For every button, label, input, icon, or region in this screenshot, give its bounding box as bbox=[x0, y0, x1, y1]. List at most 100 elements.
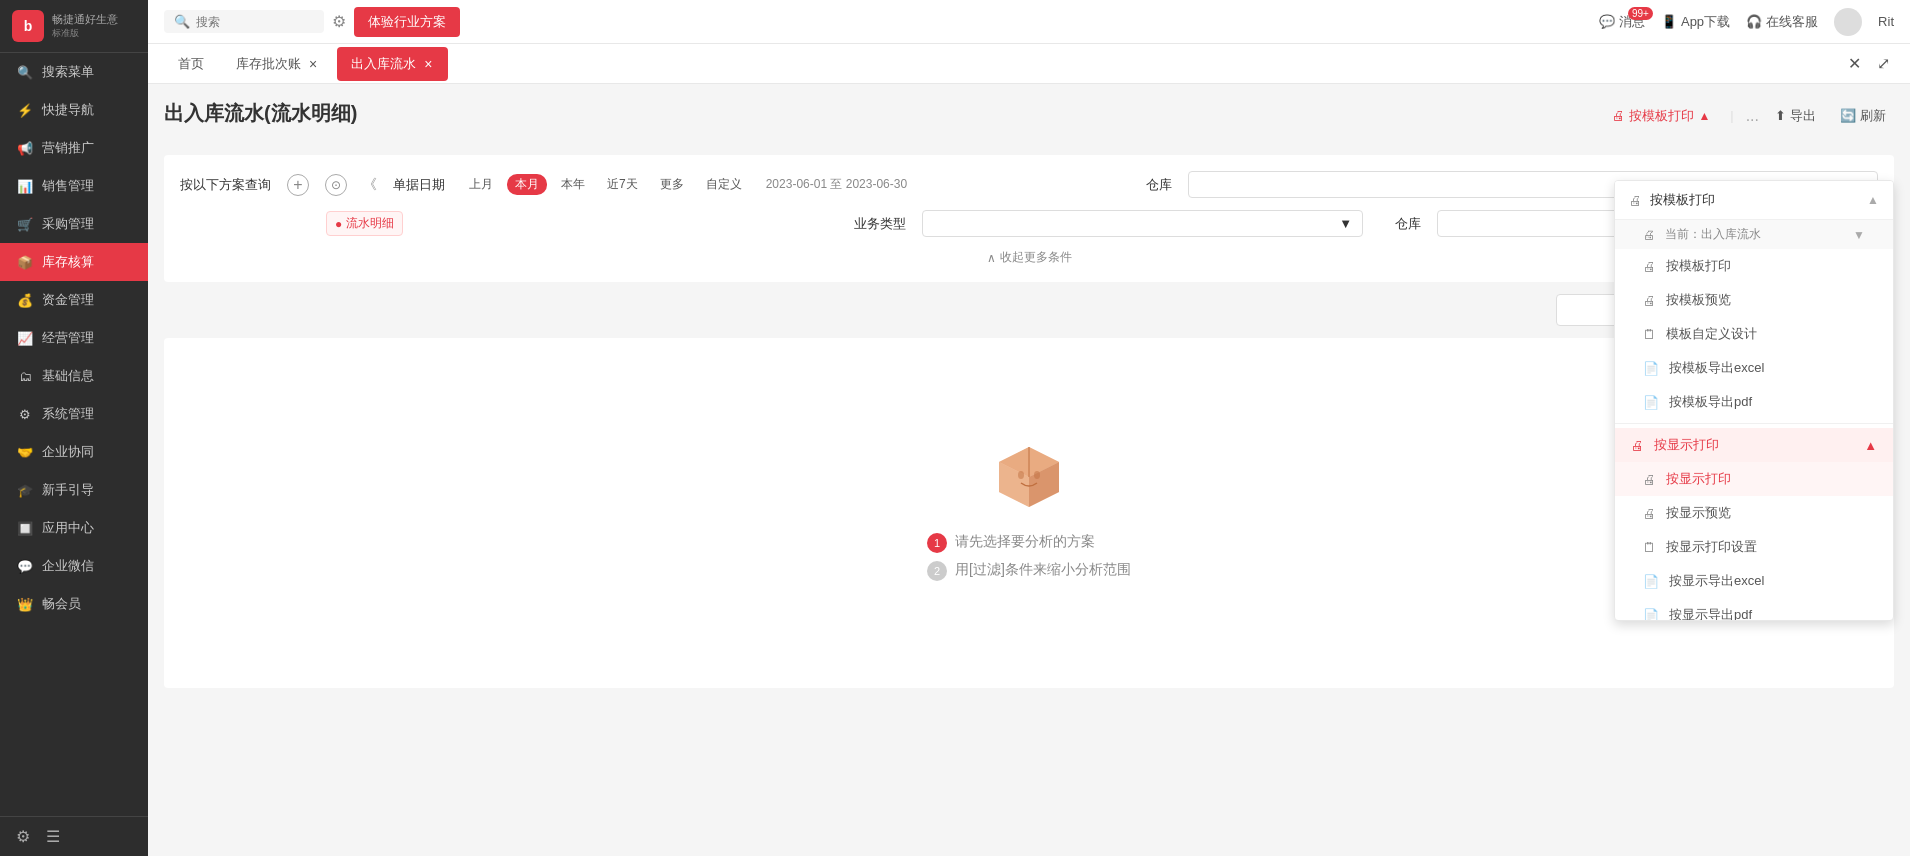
date-filter: 上月 本月 本年 近7天 更多 自定义 2023-06-01 至 2023-06… bbox=[461, 174, 1130, 195]
sidebar-item-finance[interactable]: 💰 资金管理 bbox=[0, 281, 148, 319]
sidebar-item-sales[interactable]: 📊 销售管理 bbox=[0, 167, 148, 205]
purchase-icon: 🛒 bbox=[16, 215, 34, 233]
date-tab-thismonth[interactable]: 本月 bbox=[507, 174, 547, 195]
filter-collapse-left-btn[interactable]: 《 bbox=[363, 176, 377, 194]
tab-batch-close[interactable]: × bbox=[307, 57, 319, 71]
disp-excel-icon: 📄 bbox=[1643, 574, 1659, 589]
date-tab-custom[interactable]: 自定义 bbox=[698, 174, 750, 195]
username[interactable]: Rit bbox=[1878, 14, 1894, 29]
sidebar-nav: 🔍 搜索菜单 ⚡ 快捷导航 📢 营销推广 📊 销售管理 🛒 采购管理 📦 bbox=[0, 53, 148, 816]
dropdown-template-print[interactable]: 🖨 按模板打印 bbox=[1615, 249, 1893, 283]
tab-home[interactable]: 首页 bbox=[164, 47, 218, 81]
sidebar-item-member[interactable]: 👑 畅会员 bbox=[0, 585, 148, 623]
header-search-box[interactable]: 🔍 bbox=[164, 10, 324, 33]
tpl-preview-icon: 🖨 bbox=[1643, 293, 1656, 308]
headset-icon: 🎧 bbox=[1746, 14, 1762, 29]
chevron-up-icon3: ▲ bbox=[1867, 193, 1879, 207]
display-chevron-up: ▲ bbox=[1864, 438, 1877, 453]
marketing-icon: 📢 bbox=[16, 139, 34, 157]
more-btn[interactable]: ... bbox=[1746, 107, 1759, 125]
dropdown-template-excel[interactable]: 📄 按模板导出excel bbox=[1615, 351, 1893, 385]
disp-pdf-icon: 📄 bbox=[1643, 608, 1659, 621]
dropdown-display-print[interactable]: 🖨 按显示打印 bbox=[1615, 462, 1893, 496]
refresh-btn[interactable]: 🔄 刷新 bbox=[1832, 103, 1894, 129]
date-range: 2023-06-01 至 2023-06-30 bbox=[766, 176, 907, 193]
dropdown-display-settings[interactable]: 🗒 按显示打印设置 bbox=[1615, 530, 1893, 564]
messages-btn[interactable]: 💬 消息 99+ bbox=[1599, 13, 1645, 31]
empty-state: 1 请先选择要分析的方案 2 用[过滤]条件来缩小分析范围 bbox=[927, 437, 1131, 589]
industry-btn[interactable]: 体验行业方案 bbox=[354, 7, 460, 37]
biz-type-select[interactable]: ▼ bbox=[922, 210, 1363, 237]
sidebar-item-appcenter[interactable]: 🔲 应用中心 bbox=[0, 509, 148, 547]
sidebar-item-basic[interactable]: 🗂 基础信息 bbox=[0, 357, 148, 395]
sidebar-item-purchase[interactable]: 🛒 采购管理 bbox=[0, 205, 148, 243]
disp-settings-icon: 🗒 bbox=[1643, 540, 1656, 555]
sidebar-item-quicknav[interactable]: ⚡ 快捷导航 bbox=[0, 91, 148, 129]
sidebar-item-marketing[interactable]: 📢 营销推广 bbox=[0, 129, 148, 167]
sidebar-logo: b 畅捷通好生意 标准版 bbox=[0, 0, 148, 53]
sidebar-item-operations[interactable]: 📈 经营管理 bbox=[0, 319, 148, 357]
close-window-btn[interactable]: ✕ bbox=[1844, 50, 1865, 77]
tpl-pdf-icon: 📄 bbox=[1643, 395, 1659, 410]
sidebar-item-search[interactable]: 🔍 搜索菜单 bbox=[0, 53, 148, 91]
menu-toggle-icon[interactable]: ☰ bbox=[46, 827, 60, 846]
dropdown-divider bbox=[1615, 423, 1893, 424]
tab-flow-close[interactable]: × bbox=[422, 57, 434, 71]
date-tab-thisyear[interactable]: 本年 bbox=[553, 174, 593, 195]
dropdown-current-item[interactable]: 🖨 当前：出入库流水 ▼ bbox=[1615, 220, 1893, 249]
system-icon: ⚙ bbox=[16, 405, 34, 423]
sidebar-item-inventory[interactable]: 📦 库存核算 bbox=[0, 243, 148, 281]
header-search-input[interactable] bbox=[196, 15, 296, 29]
step-num-1: 1 bbox=[927, 533, 947, 553]
step-num-2: 2 bbox=[927, 561, 947, 581]
filter-tag[interactable]: ● 流水明细 bbox=[326, 211, 403, 236]
wechat-icon: 💬 bbox=[16, 557, 34, 575]
tab-flow[interactable]: 出入库流水 × bbox=[337, 47, 448, 81]
export-btn[interactable]: ⬆ 导出 bbox=[1767, 103, 1824, 129]
page-title: 出入库流水(流水明细) bbox=[164, 100, 357, 127]
date-tab-more[interactable]: 更多 bbox=[652, 174, 692, 195]
search-icon: 🔍 bbox=[174, 14, 190, 29]
gear-icon[interactable]: ⚙ bbox=[332, 12, 346, 31]
header-right: 💬 消息 99+ 📱 App下载 🎧 在线客服 Rit bbox=[1599, 8, 1894, 36]
collab-icon: 🤝 bbox=[16, 443, 34, 461]
inventory-icon: 📦 bbox=[16, 253, 34, 271]
sidebar-item-system[interactable]: ⚙ 系统管理 bbox=[0, 395, 148, 433]
collapse-btn[interactable]: ∧ 收起更多条件 bbox=[987, 249, 1072, 266]
print-icon: 🖨 bbox=[1612, 108, 1625, 123]
maximize-btn[interactable]: ⤢ bbox=[1873, 50, 1894, 77]
svg-point-6 bbox=[1034, 471, 1040, 479]
dropdown-template-custom[interactable]: 🗒 模板自定义设计 bbox=[1615, 317, 1893, 351]
current-icon: 🖨 bbox=[1643, 228, 1655, 242]
dropdown-display-excel[interactable]: 📄 按显示导出excel bbox=[1615, 564, 1893, 598]
logo-badge: 标准版 bbox=[52, 27, 118, 40]
member-icon: 👑 bbox=[16, 595, 34, 613]
tab-right-actions: ✕ ⤢ bbox=[1844, 50, 1894, 77]
export-icon: ⬆ bbox=[1775, 108, 1786, 123]
tpl-excel-icon: 📄 bbox=[1643, 361, 1659, 376]
dropdown-template-preview[interactable]: 🖨 按模板预览 bbox=[1615, 283, 1893, 317]
filter-settings-btn[interactable]: ⊙ bbox=[325, 174, 347, 196]
settings-icon[interactable]: ⚙ bbox=[16, 827, 30, 846]
sidebar-item-collab[interactable]: 🤝 企业协同 bbox=[0, 433, 148, 471]
sidebar-item-guide[interactable]: 🎓 新手引导 bbox=[0, 471, 148, 509]
sidebar-item-wechat[interactable]: 💬 企业微信 bbox=[0, 547, 148, 585]
filter-add-btn[interactable]: + bbox=[287, 174, 309, 196]
empty-steps: 1 请先选择要分析的方案 2 用[过滤]条件来缩小分析范围 bbox=[927, 533, 1131, 589]
dropdown-display-pdf[interactable]: 📄 按显示导出pdf bbox=[1615, 598, 1893, 620]
dropdown-display-header[interactable]: 🖨 按显示打印 ▲ bbox=[1615, 428, 1893, 462]
tpl-custom-icon: 🗒 bbox=[1643, 327, 1656, 342]
app-download-btn[interactable]: 📱 App下载 bbox=[1661, 13, 1730, 31]
print-btn[interactable]: 🖨 按模板打印 ▲ bbox=[1604, 103, 1718, 129]
service-btn[interactable]: 🎧 在线客服 bbox=[1746, 13, 1818, 31]
date-tab-lastmonth[interactable]: 上月 bbox=[461, 174, 501, 195]
tab-batch[interactable]: 库存批次账 × bbox=[222, 47, 333, 81]
dropdown-display-preview[interactable]: 🖨 按显示预览 bbox=[1615, 496, 1893, 530]
display-header-icon: 🖨 bbox=[1631, 438, 1644, 453]
dropdown-title: 按模板打印 bbox=[1650, 191, 1715, 209]
avatar[interactable] bbox=[1834, 8, 1862, 36]
date-tab-7days[interactable]: 近7天 bbox=[599, 174, 646, 195]
print-header-icon: 🖨 bbox=[1629, 193, 1642, 208]
dropdown-template-pdf[interactable]: 📄 按模板导出pdf bbox=[1615, 385, 1893, 419]
page-content: 出入库流水(流水明细) 🖨 按模板打印 ▲ | ... ⬆ 导出 🔄 bbox=[148, 84, 1910, 856]
